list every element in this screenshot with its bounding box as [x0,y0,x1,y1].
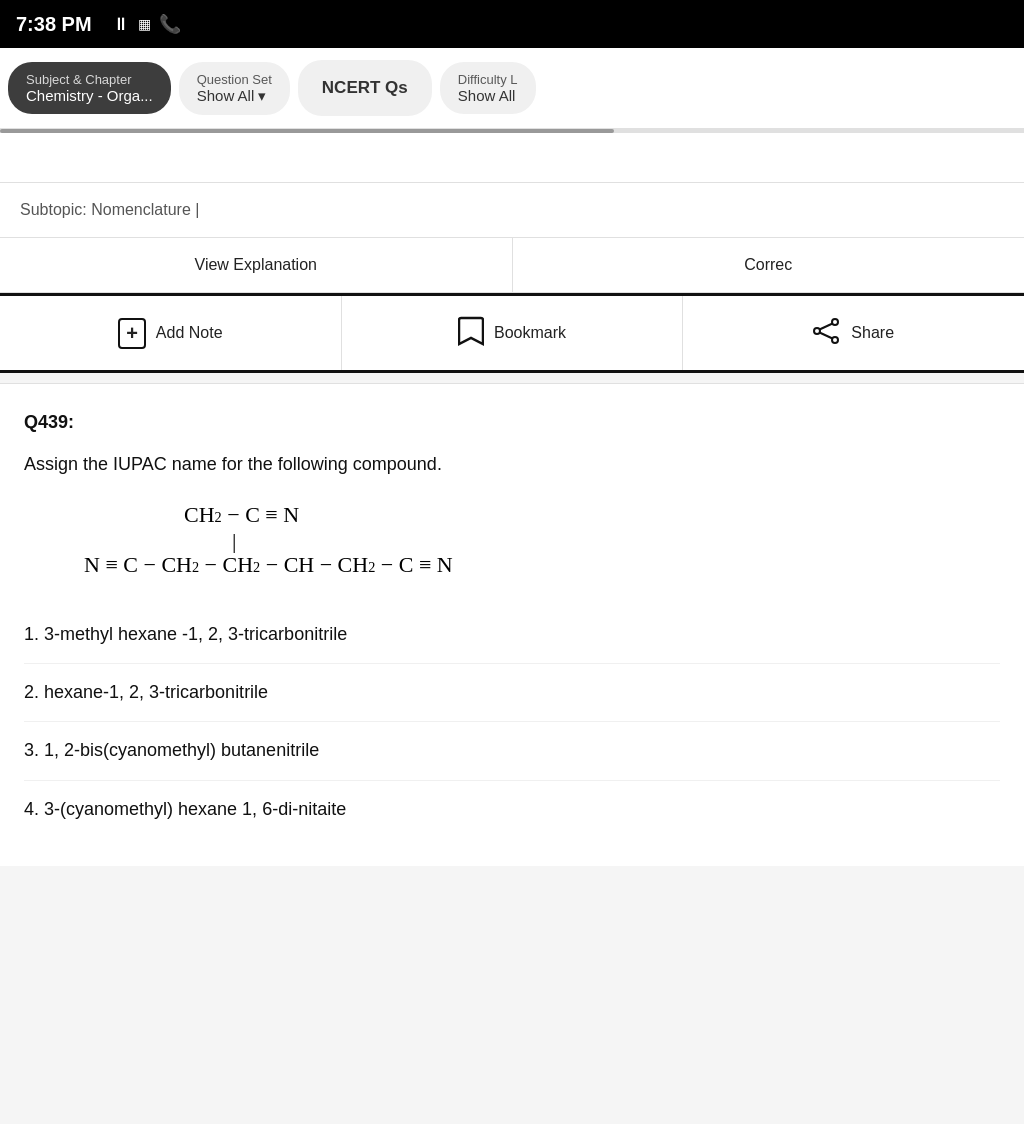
view-explanation-button[interactable]: View Explanation [0,238,513,292]
note-icon: + [118,318,146,349]
content-spacer [0,133,1024,183]
grid-icon: ▦ [138,16,151,32]
pause-icon: ⏸ [112,14,130,35]
scroll-indicator [0,129,1024,133]
svg-line-4 [820,333,833,339]
svg-point-0 [832,319,838,325]
status-icons: ⏸ ▦ 📞 [112,13,181,35]
correct-button[interactable]: Correc [513,238,1025,292]
question-set-chip-label: Question Set [197,72,272,87]
status-time: 7:38 PM [16,13,92,36]
chem-formula-bottom: N ≡ C − CH2 − CH2 − CH − CH2 − C ≡ N [84,552,453,578]
question-id: Q439: [24,412,1000,433]
share-button[interactable]: Share [683,296,1024,370]
scroll-thumb [0,129,614,133]
svg-point-2 [814,328,820,334]
option-4-num: 4. [24,799,44,819]
action-row: View Explanation Correc [0,238,1024,293]
difficulty-chip-value: Show All [458,87,516,104]
difficulty-chip-label: Difficulty L [458,72,518,87]
option-3-text: 1, 2-bis(cyanomethyl) butanenitrile [44,740,319,760]
question-card: Q439: Assign the IUPAC name for the foll… [0,383,1024,866]
option-2-text: hexane-1, 2, 3-tricarbonitrile [44,682,268,702]
options-list: 1. 3-methyl hexane -1, 2, 3-tricarbonitr… [24,606,1000,838]
svg-point-1 [832,337,838,343]
question-set-chip-value: Show All ▾ [197,87,267,105]
bottom-action-bar: + Add Note Bookmark Share [0,293,1024,373]
svg-line-3 [820,324,833,330]
option-1-num: 1. [24,624,44,644]
phone-icon: 📞 [159,13,181,35]
subject-chapter-chip[interactable]: Subject & Chapter Chemistry - Orga... [8,62,171,114]
option-3-num: 3. [24,740,44,760]
chevron-down-icon: ▾ [258,87,266,105]
option-1[interactable]: 1. 3-methyl hexane -1, 2, 3-tricarbonitr… [24,606,1000,664]
option-1-text: 3-methyl hexane -1, 2, 3-tricarbonitrile [44,624,347,644]
subject-chapter-chip-value: Chemistry - Orga... [26,87,153,104]
subtopic-row: Subtopic: Nomenclature | [0,183,1024,238]
question-text: Assign the IUPAC name for the following … [24,451,1000,478]
option-4-text: 3-(cyanomethyl) hexane 1, 6-di-nitaite [44,799,346,819]
question-set-chip[interactable]: Question Set Show All ▾ [179,62,290,115]
option-3[interactable]: 3. 1, 2-bis(cyanomethyl) butanenitrile [24,722,1000,780]
subject-chapter-chip-label: Subject & Chapter [26,72,132,87]
bookmark-button[interactable]: Bookmark [342,296,684,370]
option-2-num: 2. [24,682,44,702]
chem-formula-top: CH2 − C ≡ N [184,502,299,528]
chemical-formula: CH2 − C ≡ N | N ≡ C − CH2 − CH2 − CH − C… [24,502,1000,578]
difficulty-chip[interactable]: Difficulty L Show All [440,62,536,114]
share-icon [813,318,841,348]
add-note-button[interactable]: + Add Note [0,296,342,370]
option-4[interactable]: 4. 3-(cyanomethyl) hexane 1, 6-di-nitait… [24,781,1000,838]
ncert-qs-chip[interactable]: NCERT Qs [298,60,432,116]
status-bar: 7:38 PM ⏸ ▦ 📞 [0,0,1024,48]
option-2[interactable]: 2. hexane-1, 2, 3-tricarbonitrile [24,664,1000,722]
bookmark-icon [458,316,484,350]
subtopic-label: Subtopic: [20,201,87,218]
subtopic-value: Nomenclature | [91,201,199,218]
chem-formula-connector: | [232,530,236,552]
filter-bar: Subject & Chapter Chemistry - Orga... Qu… [0,48,1024,129]
